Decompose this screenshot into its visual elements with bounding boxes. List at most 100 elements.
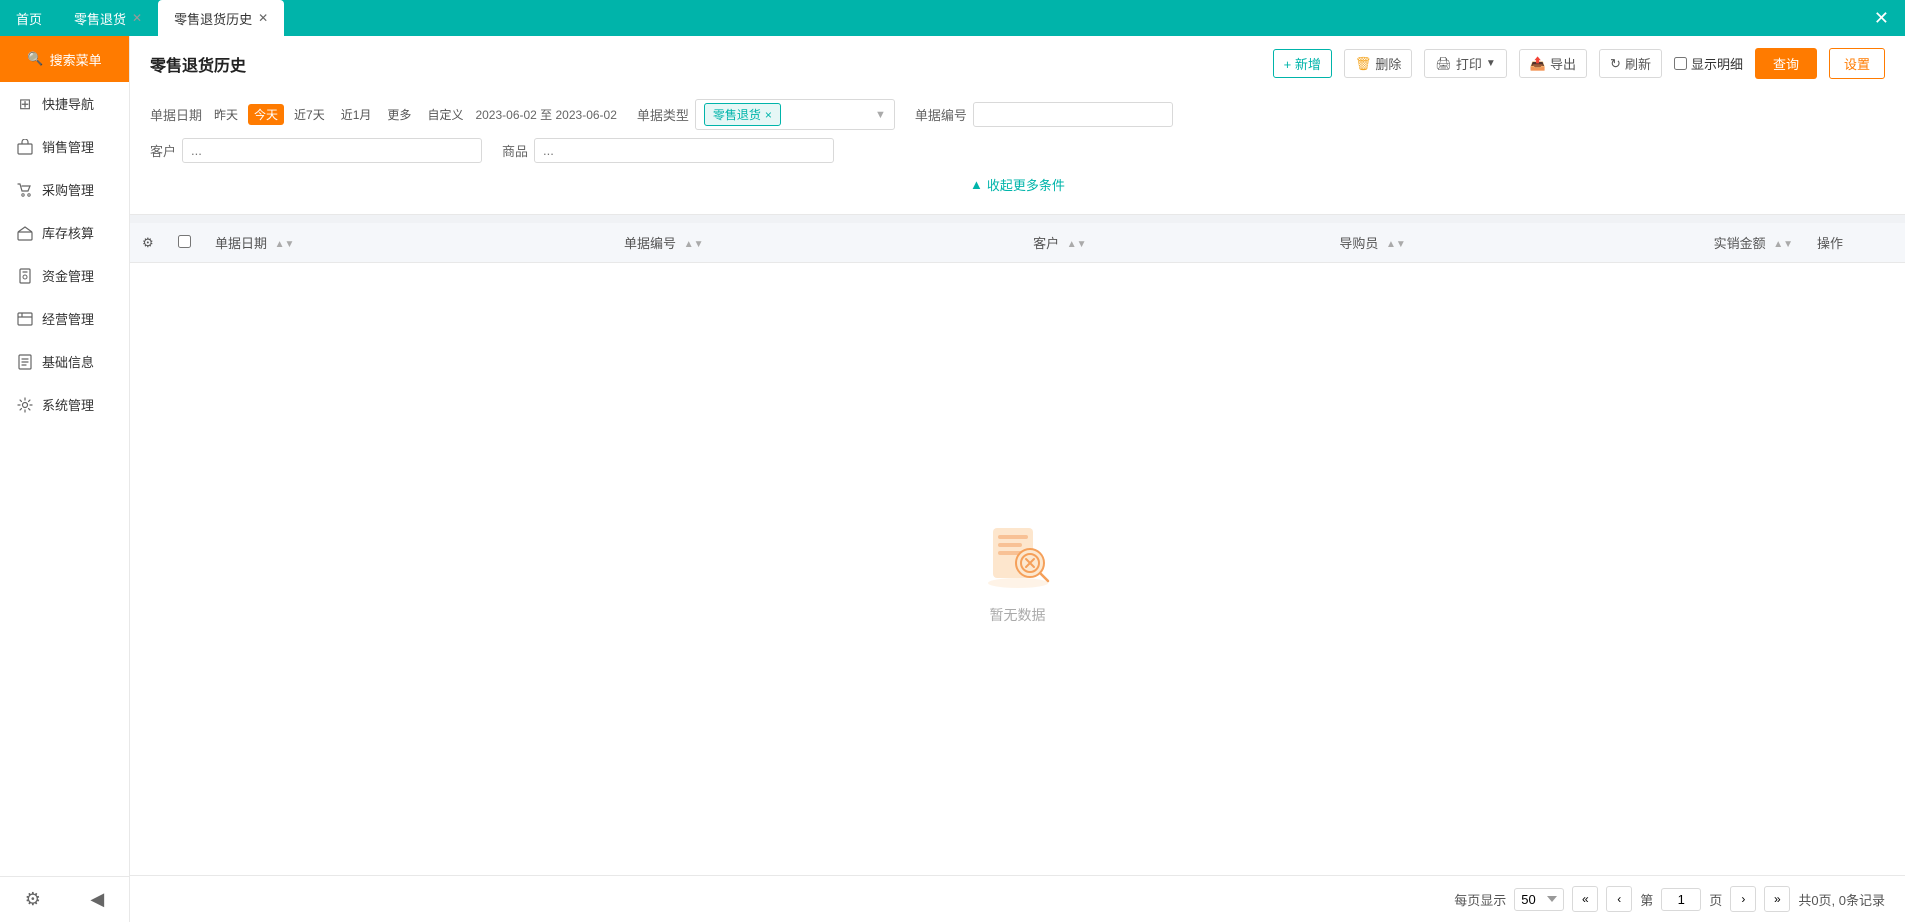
date-opt-more[interactable]: 更多	[381, 104, 417, 125]
th-date-label: 单据日期	[215, 236, 267, 251]
filter-customer-label: 客户	[150, 141, 176, 160]
date-opt-1month[interactable]: 近1月	[335, 104, 378, 125]
filter-date-options: 昨天 今天 近7天 近1月 更多 自定义	[208, 104, 469, 125]
th-actions: 操作	[1805, 223, 1905, 263]
delete-button[interactable]: 🗑 删除	[1344, 49, 1413, 78]
sidebar-item-basic-info[interactable]: 基础信息	[0, 340, 129, 383]
sidebar-item-sales-mgmt[interactable]: 销售管理	[0, 125, 129, 168]
filter-customer-item: 客户	[150, 138, 482, 163]
sidebar-item-purchase-label: 采购管理	[42, 180, 94, 199]
collapse-filter-button[interactable]: ▲ 收起更多条件	[970, 175, 1065, 194]
filter-row-2: 客户 商品	[150, 138, 1885, 163]
sidebar-search[interactable]: 🔍 搜索菜单	[0, 36, 129, 82]
tab-retail-return-close[interactable]: ✕	[132, 11, 142, 25]
th-guide[interactable]: 导购员 ▲▼	[1327, 223, 1685, 263]
page-title: 零售退货历史	[150, 52, 246, 76]
tab-retail-return[interactable]: 零售退货 ✕	[58, 0, 158, 36]
sidebar-item-sys-mgmt[interactable]: 系统管理	[0, 383, 129, 426]
export-button[interactable]: 📤 导出	[1519, 49, 1587, 78]
export-label: 导出	[1550, 54, 1576, 73]
sidebar-item-finance[interactable]: 资金管理	[0, 254, 129, 297]
show-detail-checkbox[interactable]	[1674, 57, 1687, 70]
date-opt-yesterday[interactable]: 昨天	[208, 104, 244, 125]
date-opt-today[interactable]: 今天	[248, 104, 284, 125]
filter-type-chevron-icon: ▼	[875, 109, 886, 121]
th-date[interactable]: 单据日期 ▲▼	[203, 223, 612, 263]
print-icon: 🖨	[1435, 56, 1452, 72]
total-info: 共0页, 0条记录	[1798, 890, 1885, 909]
filter-type-select[interactable]: 零售退货 × ▼	[695, 99, 895, 130]
column-settings-icon[interactable]: ⚙	[142, 235, 154, 250]
last-page-button[interactable]: »	[1764, 886, 1790, 912]
sidebar-item-sales-label: 销售管理	[42, 137, 94, 156]
sidebar-item-quick-nav[interactable]: ⊞ 快捷导航	[0, 82, 129, 125]
refresh-icon: ↻	[1610, 56, 1621, 72]
th-amount[interactable]: 实销金额 ▲▼	[1685, 223, 1805, 263]
print-label: 打印	[1456, 54, 1482, 73]
filter-type-item: 单据类型 零售退货 × ▼	[637, 99, 895, 130]
sidebar-item-operations-label: 经营管理	[42, 309, 94, 328]
filter-date-label: 单据日期	[150, 105, 202, 124]
top-bar: 首页 零售退货 ✕ 零售退货历史 ✕ ✕	[0, 0, 1905, 36]
collapse-label: 收起更多条件	[987, 175, 1065, 194]
add-button[interactable]: + 新增	[1273, 49, 1332, 78]
sidebar-item-inventory[interactable]: 库存核算	[0, 211, 129, 254]
collapse-sidebar-icon[interactable]: ◀	[90, 889, 104, 910]
tab-home[interactable]: 首页	[0, 0, 58, 36]
select-all-checkbox[interactable]	[178, 235, 191, 248]
filter-date-item: 单据日期 昨天 今天 近7天 近1月 更多 自定义 2023-06-02 至 2…	[150, 104, 617, 125]
th-amount-sort-icon: ▲▼	[1773, 239, 1793, 250]
date-opt-custom[interactable]: 自定义	[421, 104, 469, 125]
page-input[interactable]	[1661, 888, 1701, 911]
settings-icon[interactable]: ⚙	[25, 889, 41, 910]
filter-date-range: 2023-06-02 至 2023-06-02	[475, 106, 616, 123]
th-customer[interactable]: 客户 ▲▼	[1021, 223, 1327, 263]
tab-retail-return-history-close[interactable]: ✕	[258, 11, 268, 25]
query-button[interactable]: 查询	[1755, 48, 1817, 79]
per-page-select[interactable]: 10 20 50 100	[1514, 888, 1564, 911]
print-button[interactable]: 🖨 打印 ▼	[1424, 49, 1506, 78]
filter-type-close-icon[interactable]: ×	[765, 108, 772, 122]
tab-home-label: 首页	[16, 9, 42, 28]
next-page-button[interactable]: ›	[1730, 886, 1756, 912]
filter-goods-input[interactable]	[534, 138, 834, 163]
filter-number-label: 单据编号	[915, 105, 967, 124]
sidebar-item-operations[interactable]: 经营管理	[0, 297, 129, 340]
filter-customer-input[interactable]	[182, 138, 482, 163]
window-close-icon[interactable]: ✕	[1874, 8, 1905, 29]
refresh-button[interactable]: ↻ 刷新	[1599, 49, 1662, 78]
empty-state: 暂无数据	[130, 263, 1905, 875]
page-header: 零售退货历史 + 新增 🗑 删除 🖨 打印 ▼ 📤 导出	[130, 36, 1905, 215]
collapse-icon: ▲	[970, 177, 983, 192]
delete-icon: 🗑	[1355, 56, 1372, 72]
show-detail-label: 显示明细	[1691, 54, 1743, 73]
sidebar-item-purchase-mgmt[interactable]: 采购管理	[0, 168, 129, 211]
th-checkbox[interactable]	[166, 223, 203, 263]
inventory-icon	[16, 224, 34, 242]
show-detail-checkbox-label[interactable]: 显示明细	[1674, 54, 1743, 73]
tab-retail-return-history[interactable]: 零售退货历史 ✕	[158, 0, 284, 36]
purchase-icon	[16, 181, 34, 199]
finance-icon	[16, 267, 34, 285]
filter-number-input[interactable]	[973, 102, 1173, 127]
export-icon: 📤	[1530, 56, 1546, 72]
first-page-button[interactable]: «	[1572, 886, 1598, 912]
filter-goods-item: 商品	[502, 138, 834, 163]
th-number-label: 单据编号	[624, 236, 676, 251]
date-opt-7days[interactable]: 近7天	[288, 104, 331, 125]
th-guide-label: 导购员	[1339, 236, 1378, 251]
th-number[interactable]: 单据编号 ▲▼	[612, 223, 1021, 263]
sidebar: 🔍 搜索菜单 ⊞ 快捷导航 销售管理 采购管理	[0, 36, 130, 922]
th-actions-label: 操作	[1817, 236, 1843, 251]
filter-type-tag: 零售退货 ×	[704, 103, 781, 126]
th-settings[interactable]: ⚙	[130, 223, 166, 263]
empty-state-icon	[978, 513, 1058, 593]
refresh-label: 刷新	[1625, 54, 1651, 73]
quick-nav-icon: ⊞	[16, 95, 34, 113]
th-customer-label: 客户	[1033, 236, 1059, 251]
prev-page-button[interactable]: ‹	[1606, 886, 1632, 912]
filter-type-value: 零售退货	[713, 106, 761, 123]
setting-button[interactable]: 设置	[1829, 48, 1885, 79]
pagination: 每页显示 10 20 50 100 « ‹ 第 页 › » 共0页, 0条记录	[130, 875, 1905, 922]
page-label: 第	[1640, 890, 1653, 909]
